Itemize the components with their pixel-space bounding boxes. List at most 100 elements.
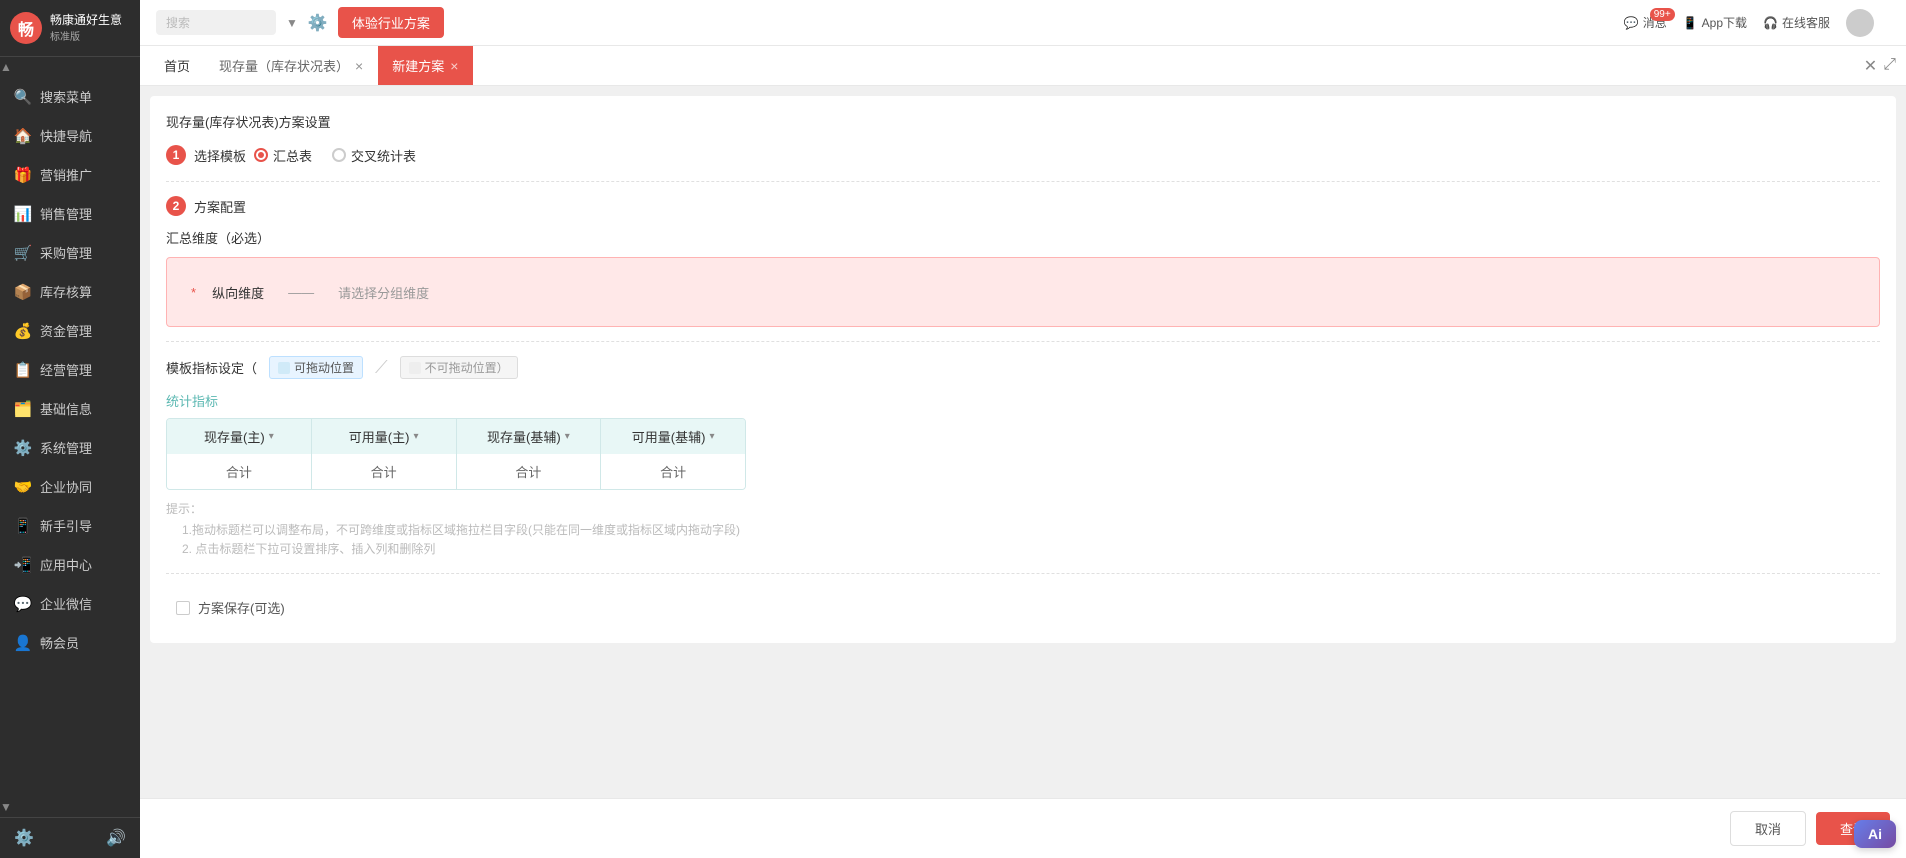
sidebar-scroll-down[interactable]: ▼ bbox=[0, 797, 140, 817]
tab-inventory-close-icon[interactable]: × bbox=[355, 58, 363, 74]
topbar-right: 💬 消息 99+ 📱 App下载 🎧 在线客服 bbox=[1624, 9, 1890, 37]
vertical-dim-label: 纵向维度 bbox=[212, 283, 264, 302]
required-field: * 纵向维度 —— 请选择分组维度 bbox=[191, 283, 429, 302]
tab-inventory-status[interactable]: 现存量（库存状况表） × bbox=[205, 46, 378, 85]
topbar-gear-icon[interactable]: ⚙️ bbox=[308, 13, 328, 33]
sidebar-item-sysadmin[interactable]: ⚙️ 系统管理 bbox=[0, 428, 140, 467]
sidebar-item-finance[interactable]: 💰 资金管理 bbox=[0, 311, 140, 350]
ai-float-button[interactable]: Ai bbox=[1854, 820, 1896, 848]
dim-divider bbox=[166, 341, 1880, 342]
stats-table-body: 合计 合计 合计 合计 bbox=[167, 454, 745, 489]
sidebar-item-purchase[interactable]: 🛒 采购管理 bbox=[0, 233, 140, 272]
fixed-icon bbox=[409, 362, 421, 374]
sidebar-item-wechat[interactable]: 💬 企业微信 bbox=[0, 584, 140, 623]
sidebar-item-basicinfo[interactable]: 🗂️ 基础信息 bbox=[0, 389, 140, 428]
tabs-bar: 首页 现存量（库存状况表） × 新建方案 × ✕ ⤢ bbox=[140, 46, 1906, 86]
message-icon: 💬 bbox=[1624, 16, 1639, 30]
logo-icon: 畅 bbox=[10, 12, 42, 44]
col-2-chevron-icon: ▾ bbox=[565, 431, 570, 442]
col-header-0[interactable]: 现存量(主) ▾ bbox=[167, 419, 312, 454]
required-dimension-box[interactable]: * 纵向维度 —— 请选择分组维度 bbox=[166, 257, 1880, 327]
tab-close-all-icon[interactable]: ✕ bbox=[1864, 56, 1877, 76]
handshake-icon: 🤝 bbox=[14, 478, 32, 496]
sidebar-item-inventory[interactable]: 📦 库存核算 bbox=[0, 272, 140, 311]
step2-section: 2 方案配置 汇总维度（必选） * 纵向维度 —— 请选择分组维度 bbox=[166, 196, 1880, 557]
box-icon: 📦 bbox=[14, 283, 32, 301]
sidebar-nav: 🔍 搜索菜单 🏠 快捷导航 🎁 营销推广 📊 销售管理 🛒 采购管理 📦 库存核… bbox=[0, 77, 140, 797]
step1-number: 1 bbox=[166, 145, 186, 165]
sidebar-item-appcenter[interactable]: 📲 应用中心 bbox=[0, 545, 140, 584]
sidebar-item-contract[interactable]: 🤝 企业协同 bbox=[0, 467, 140, 506]
radio-summary[interactable]: 汇总表 bbox=[254, 146, 312, 165]
content-area: 现存量(库存状况表)方案设置 1 选择模板 汇总表 交叉统计表 bbox=[140, 86, 1906, 798]
stats-title: 统计指标 bbox=[166, 391, 1880, 410]
stats-section: 统计指标 现存量(主) ▾ 可用量(主) ▾ bbox=[166, 391, 1880, 490]
tab-home[interactable]: 首页 bbox=[150, 46, 205, 85]
tips-title: 提示： bbox=[166, 500, 1880, 517]
sidebar-item-marketing[interactable]: 🎁 营销推广 bbox=[0, 155, 140, 194]
phone-icon: 📱 bbox=[1683, 16, 1698, 30]
tip-2: 2. 点击标题栏下拉可设置排序、插入列和删除列 bbox=[166, 540, 1880, 557]
draggable-icon bbox=[278, 362, 290, 374]
mobile-icon: 📱 bbox=[14, 517, 32, 535]
step2-content: 汇总维度（必选） * 纵向维度 —— 请选择分组维度 模板指标设定（ bbox=[166, 228, 1880, 557]
online-service-button[interactable]: 🎧 在线客服 bbox=[1763, 14, 1830, 31]
col-0-chevron-icon: ▾ bbox=[269, 431, 274, 442]
sidebar-scroll-up[interactable]: ▲ bbox=[0, 57, 140, 77]
topbar: 搜索 ▼ ⚙️ 体验行业方案 💬 消息 99+ 📱 App下载 🎧 在线客服 bbox=[140, 0, 1906, 46]
step1-header: 1 选择模板 汇总表 交叉统计表 bbox=[166, 145, 1880, 165]
sidebar-item-operations[interactable]: 📋 经营管理 bbox=[0, 350, 140, 389]
trial-industry-button[interactable]: 体验行业方案 bbox=[338, 7, 444, 38]
sidebar-item-sales[interactable]: 📊 销售管理 bbox=[0, 194, 140, 233]
sidebar-item-quicknav[interactable]: 🏠 快捷导航 bbox=[0, 116, 140, 155]
slash-separator: ⟋ bbox=[375, 357, 388, 378]
speaker-icon[interactable]: 🔊 bbox=[106, 828, 126, 848]
dim-placeholder: 请选择分组维度 bbox=[338, 283, 429, 302]
settings-icon[interactable]: ⚙️ bbox=[14, 828, 34, 848]
cancel-button[interactable]: 取消 bbox=[1730, 811, 1806, 846]
tab-expand-icon[interactable]: ⤢ bbox=[1883, 56, 1896, 76]
radio-cross[interactable]: 交叉统计表 bbox=[332, 146, 416, 165]
topbar-dropdown-chevron[interactable]: ▼ bbox=[286, 16, 298, 30]
template-radio-group: 汇总表 交叉统计表 bbox=[254, 146, 416, 165]
col-header-3[interactable]: 可用量(基辅) ▾ bbox=[601, 419, 745, 454]
save-label: 方案保存(可选) bbox=[198, 598, 285, 617]
panel-title: 现存量(库存状况表)方案设置 bbox=[166, 112, 1880, 131]
sidebar-item-member[interactable]: 👤 畅会员 bbox=[0, 623, 140, 662]
summary-dim-label: 汇总维度（必选） bbox=[166, 228, 1880, 247]
topbar-left: 搜索 ▼ ⚙️ 体验行业方案 bbox=[156, 7, 444, 38]
app-logo: 畅 畅康通好生意 标准版 bbox=[0, 0, 140, 57]
stats-table: 现存量(主) ▾ 可用量(主) ▾ 现存量(基辅) ▾ bbox=[166, 418, 746, 490]
col-header-2[interactable]: 现存量(基辅) ▾ bbox=[457, 419, 602, 454]
dash-separator: —— bbox=[288, 285, 314, 300]
sidebar-item-search[interactable]: 🔍 搜索菜单 bbox=[0, 77, 140, 116]
apps-icon: 📲 bbox=[14, 556, 32, 574]
bottom-divider bbox=[166, 573, 1880, 574]
app-download-button[interactable]: 📱 App下载 bbox=[1683, 14, 1747, 31]
save-checkbox[interactable] bbox=[176, 601, 190, 615]
user-avatar bbox=[1846, 9, 1874, 37]
tab-new-plan-close-icon[interactable]: × bbox=[450, 58, 458, 74]
money-icon: 💰 bbox=[14, 322, 32, 340]
settings-panel: 现存量(库存状况表)方案设置 1 选择模板 汇总表 交叉统计表 bbox=[150, 96, 1896, 643]
sidebar-item-newguide[interactable]: 📱 新手引导 bbox=[0, 506, 140, 545]
message-button[interactable]: 💬 消息 99+ bbox=[1624, 14, 1667, 31]
save-row: 方案保存(可选) bbox=[166, 588, 1880, 627]
fixed-badge: 不可拖动位置） bbox=[400, 356, 518, 379]
indicator-setting-row: 模板指标设定（ 可拖动位置 ⟋ 不可拖动位置） bbox=[166, 356, 1880, 379]
home-icon: 🏠 bbox=[14, 127, 32, 145]
sidebar-footer: ⚙️ 🔊 bbox=[0, 817, 140, 858]
radio-cross-dot bbox=[332, 148, 346, 162]
tab-new-plan[interactable]: 新建方案 × bbox=[378, 46, 473, 85]
draggable-badge: 可拖动位置 bbox=[269, 356, 363, 379]
cart-icon: 🛒 bbox=[14, 244, 32, 262]
indicator-setting-label: 模板指标设定（ bbox=[166, 358, 257, 377]
step2-header: 2 方案配置 bbox=[166, 196, 1880, 216]
tabs-actions: ✕ ⤢ bbox=[1864, 56, 1896, 76]
step2-number: 2 bbox=[166, 196, 186, 216]
col-body-3: 合计 bbox=[601, 454, 745, 489]
col-body-2: 合计 bbox=[457, 454, 602, 489]
col-body-1: 合计 bbox=[312, 454, 457, 489]
col-header-1[interactable]: 可用量(主) ▾ bbox=[312, 419, 457, 454]
required-star: * bbox=[191, 285, 196, 300]
